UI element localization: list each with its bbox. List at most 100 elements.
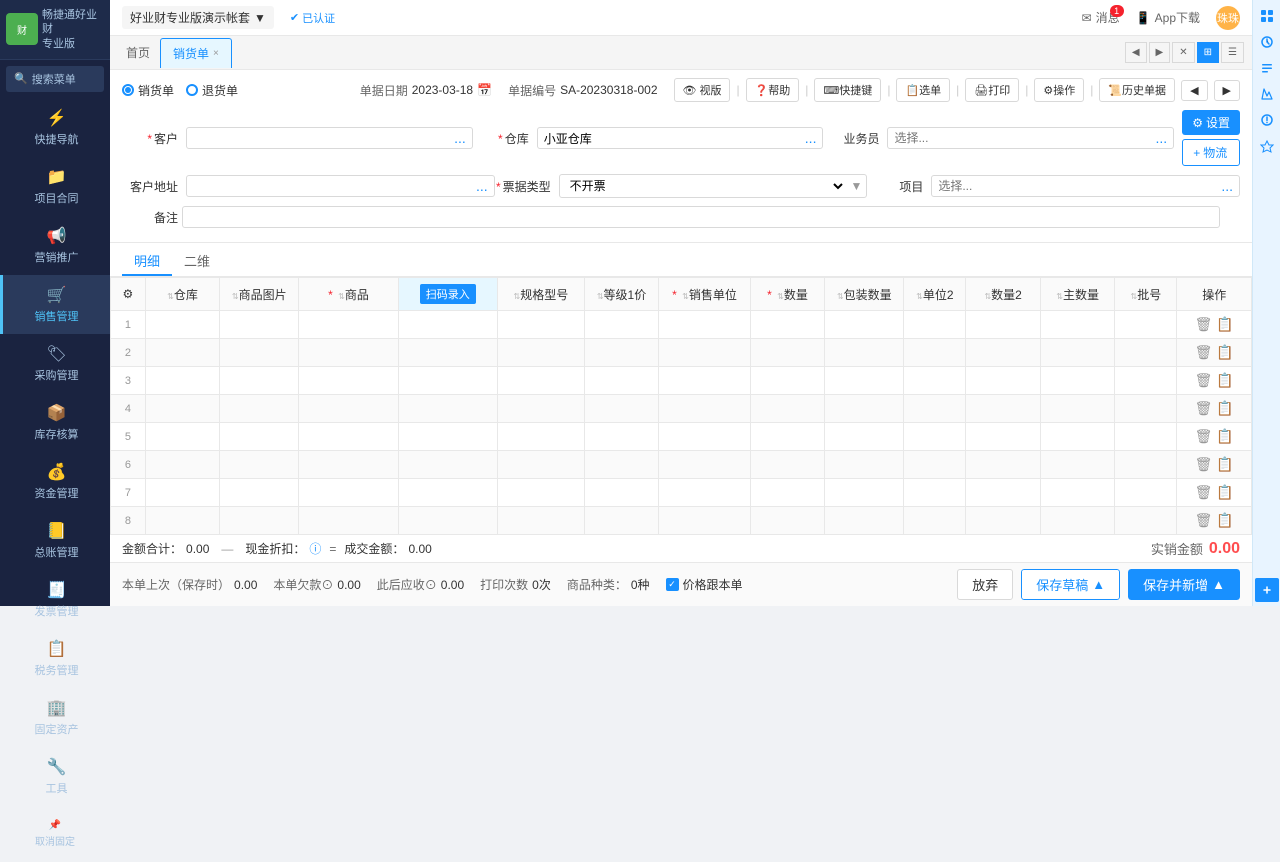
- salesperson-input[interactable]: [888, 128, 1149, 148]
- row-product-img[interactable]: [220, 479, 299, 507]
- row-product[interactable]: [299, 339, 398, 367]
- customer-input-wrapper[interactable]: ...: [186, 127, 473, 149]
- row-sales-unit[interactable]: [659, 311, 751, 339]
- row-main-qty[interactable]: [1040, 395, 1114, 423]
- row-qty2[interactable]: [966, 395, 1040, 423]
- row-spec[interactable]: [497, 367, 584, 395]
- row-warehouse[interactable]: [145, 423, 219, 451]
- row-product-img[interactable]: [220, 339, 299, 367]
- row-main-qty[interactable]: [1040, 311, 1114, 339]
- delete-icon[interactable]: 🗑: [1195, 372, 1213, 389]
- row-price1[interactable]: [584, 451, 658, 479]
- app-download-button[interactable]: 📱 App下载: [1136, 9, 1200, 26]
- sort-icon[interactable]: ⇅: [984, 292, 991, 301]
- row-quantity[interactable]: [750, 451, 824, 479]
- copy-icon[interactable]: 📋: [1216, 428, 1233, 445]
- row-qty2[interactable]: [966, 367, 1040, 395]
- sort-icon[interactable]: ⇅: [1131, 292, 1138, 301]
- select-btn[interactable]: 📋选单: [896, 78, 950, 102]
- row-unit2[interactable]: [904, 479, 966, 507]
- row-price1[interactable]: [584, 479, 658, 507]
- row-product[interactable]: [299, 507, 398, 535]
- copy-icon[interactable]: 📋: [1216, 344, 1233, 361]
- row-unit2[interactable]: [904, 423, 966, 451]
- sort-icon[interactable]: ⇅: [513, 292, 520, 301]
- right-panel-icon-2[interactable]: [1255, 30, 1279, 54]
- calendar-icon[interactable]: 📅: [477, 83, 492, 97]
- row-quantity[interactable]: [750, 479, 824, 507]
- row-spec[interactable]: [497, 479, 584, 507]
- row-scan[interactable]: [398, 423, 497, 451]
- row-batch[interactable]: [1115, 311, 1177, 339]
- tab-prev-button[interactable]: ◀: [1125, 42, 1147, 63]
- row-scan[interactable]: [398, 479, 497, 507]
- row-product[interactable]: [299, 451, 398, 479]
- row-warehouse[interactable]: [145, 451, 219, 479]
- sidebar-item-inventory[interactable]: 📦 库存核算: [0, 393, 110, 452]
- sidebar-item-sales[interactable]: 🛒 销售管理: [0, 275, 110, 334]
- row-main-qty[interactable]: [1040, 423, 1114, 451]
- setting-button[interactable]: ⚙设置: [1182, 110, 1240, 135]
- salesperson-dots-btn[interactable]: ...: [1150, 130, 1174, 146]
- right-panel-icon-1[interactable]: [1255, 4, 1279, 28]
- sort-icon[interactable]: ⇅: [837, 292, 844, 301]
- row-qty2[interactable]: [966, 451, 1040, 479]
- history-prev-btn[interactable]: ◀: [1181, 80, 1207, 101]
- right-panel-icon-6[interactable]: [1255, 134, 1279, 158]
- save-new-button[interactable]: 保存并新增 ▲: [1128, 569, 1240, 600]
- delete-icon[interactable]: 🗑: [1195, 316, 1213, 333]
- tab-close-all-button[interactable]: ✕: [1172, 42, 1194, 63]
- warehouse-input-wrapper[interactable]: ...: [537, 127, 824, 149]
- tab-grid-view-button[interactable]: ⊞: [1197, 42, 1219, 63]
- tab-list-view-button[interactable]: ☰: [1221, 42, 1244, 63]
- sidebar-item-project[interactable]: 📁 项目合同: [0, 157, 110, 216]
- row-product[interactable]: [299, 423, 398, 451]
- sort-icon[interactable]: ⇅: [232, 292, 239, 301]
- row-product[interactable]: [299, 367, 398, 395]
- col-gear[interactable]: ⚙: [111, 278, 146, 311]
- row-sales-unit[interactable]: [659, 395, 751, 423]
- history-btn[interactable]: 📜历史单据: [1099, 78, 1175, 102]
- save-draft-button[interactable]: 保存草稿 ▲: [1021, 569, 1120, 600]
- row-qty2[interactable]: [966, 507, 1040, 535]
- row-batch[interactable]: [1115, 507, 1177, 535]
- row-batch[interactable]: [1115, 479, 1177, 507]
- copy-icon[interactable]: 📋: [1216, 400, 1233, 417]
- row-warehouse[interactable]: [145, 339, 219, 367]
- row-sales-unit[interactable]: [659, 479, 751, 507]
- address-dots-btn[interactable]: ...: [470, 178, 494, 194]
- row-product-img[interactable]: [220, 311, 299, 339]
- tab-sales-order[interactable]: 销货单 ×: [160, 38, 232, 68]
- shortcut-btn[interactable]: ⌨快捷键: [814, 78, 881, 102]
- row-sales-unit[interactable]: [659, 507, 751, 535]
- sort-icon[interactable]: ⇅: [597, 292, 604, 301]
- sort-icon[interactable]: ⇅: [682, 292, 689, 301]
- right-panel-icon-4[interactable]: [1255, 82, 1279, 106]
- row-main-qty[interactable]: [1040, 479, 1114, 507]
- row-scan[interactable]: [398, 507, 497, 535]
- row-quantity[interactable]: [750, 339, 824, 367]
- sort-icon[interactable]: ⇅: [338, 292, 345, 301]
- row-sales-unit[interactable]: [659, 367, 751, 395]
- row-pack-qty[interactable]: [825, 423, 904, 451]
- row-scan[interactable]: [398, 339, 497, 367]
- row-sales-unit[interactable]: [659, 423, 751, 451]
- row-qty2[interactable]: [966, 311, 1040, 339]
- project-dots-btn[interactable]: ...: [1215, 178, 1239, 194]
- help-btn[interactable]: ❓帮助: [746, 78, 800, 102]
- row-pack-qty[interactable]: [825, 339, 904, 367]
- customer-input[interactable]: [187, 128, 448, 148]
- row-scan[interactable]: [398, 311, 497, 339]
- delete-icon[interactable]: 🗑: [1195, 484, 1213, 501]
- row-main-qty[interactable]: [1040, 339, 1114, 367]
- row-warehouse[interactable]: [145, 311, 219, 339]
- delete-icon[interactable]: 🗑: [1195, 344, 1213, 361]
- delete-icon[interactable]: 🗑: [1195, 400, 1213, 417]
- row-warehouse[interactable]: [145, 367, 219, 395]
- row-pack-qty[interactable]: [825, 367, 904, 395]
- user-avatar[interactable]: 珠珠: [1216, 6, 1240, 30]
- invoice-type-select-wrapper[interactable]: 不开票 普通发票 增值税专票 ▼: [559, 174, 868, 198]
- sort-icon[interactable]: ⇅: [1056, 292, 1063, 301]
- copy-icon[interactable]: 📋: [1216, 316, 1233, 333]
- row-quantity[interactable]: [750, 507, 824, 535]
